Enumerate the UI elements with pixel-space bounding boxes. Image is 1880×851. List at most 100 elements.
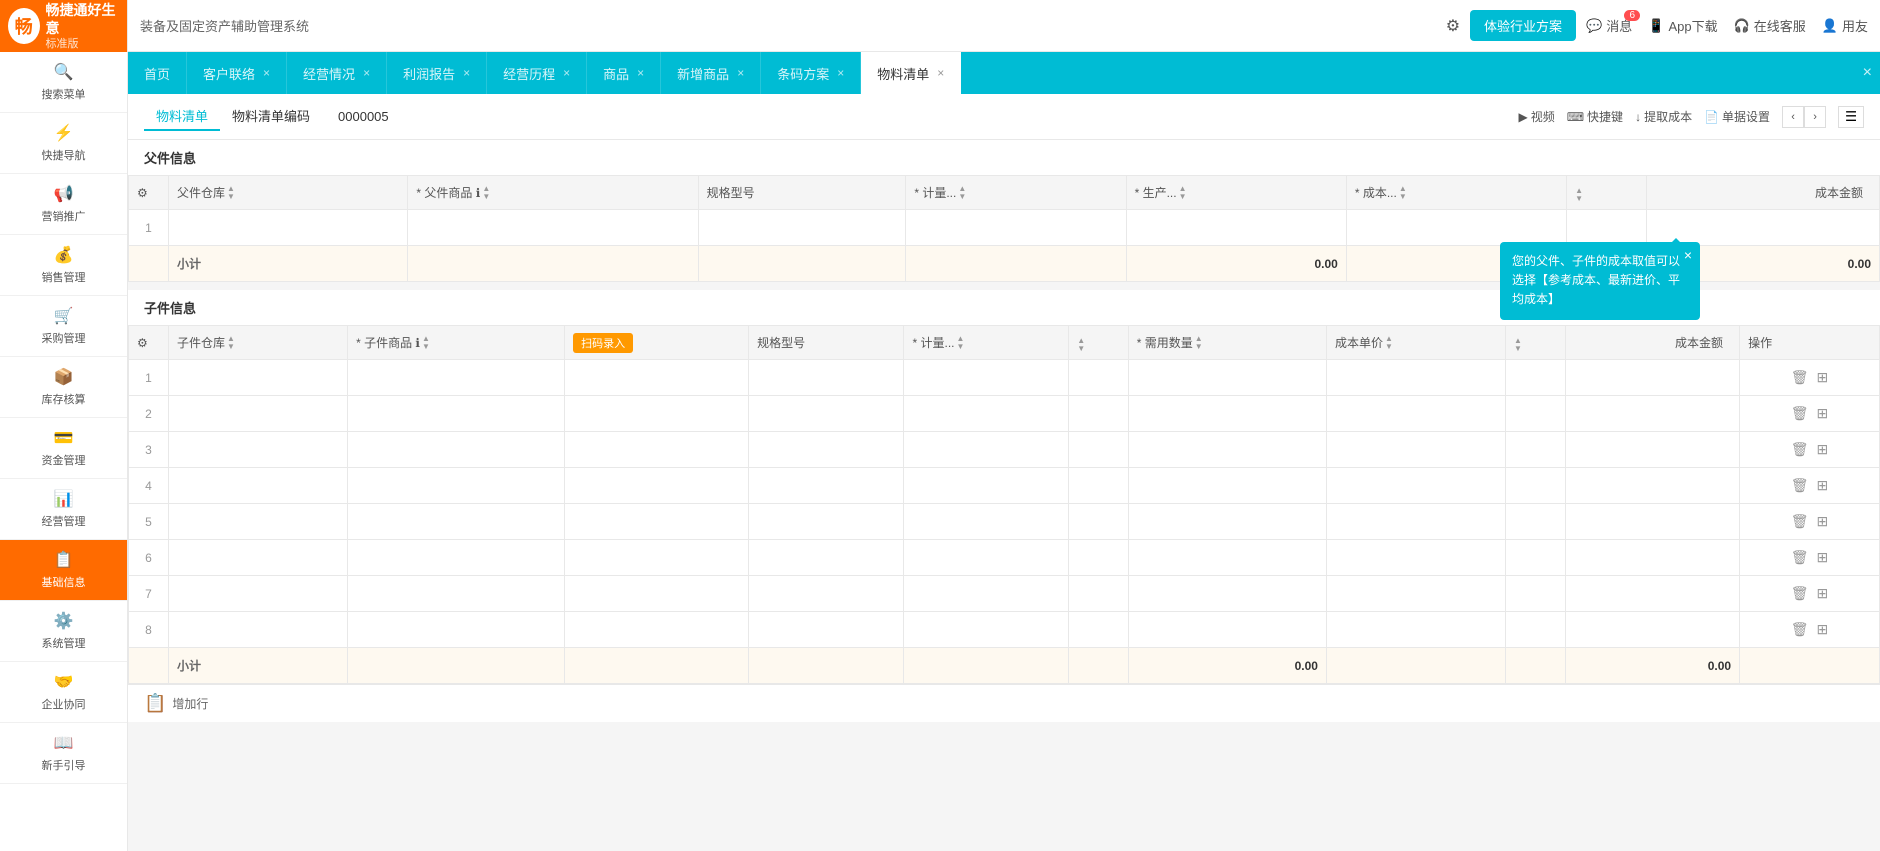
child-cell-scan[interactable] [565,468,749,504]
child-cell-warehouse[interactable] [169,360,348,396]
child-cell-unit-cost[interactable] [1326,576,1505,612]
copy-row-button[interactable]: ⊞ [1815,583,1831,604]
child-cell-sort2[interactable] [1506,432,1566,468]
sidebar-item-purchase[interactable]: 🛒采购管理 [0,296,127,357]
child-cell-unit[interactable] [904,468,1069,504]
sidebar-item-finance[interactable]: 💳资金管理 [0,418,127,479]
delete-row-button[interactable]: 🗑 [1789,475,1811,496]
scan-input-button[interactable]: 扫码录入 [573,333,633,353]
child-cell-goods[interactable] [348,432,565,468]
child-cell-spec[interactable] [749,360,904,396]
child-cell-sort[interactable] [1069,360,1129,396]
copy-row-button[interactable]: ⊞ [1815,547,1831,568]
child-cell-unit-cost[interactable] [1326,432,1505,468]
copy-row-button[interactable]: ⊞ [1815,619,1831,640]
sidebar-item-sales[interactable]: 💰销售管理 [0,235,127,296]
copy-row-button[interactable]: ⊞ [1815,439,1831,460]
child-cell-warehouse[interactable] [169,612,348,648]
child-cell-sort[interactable] [1069,540,1129,576]
child-cell-qty[interactable] [1128,396,1326,432]
child-cell-sort[interactable] [1069,432,1129,468]
sidebar-item-quick_nav[interactable]: ⚡快捷导航 [0,113,127,174]
child-cell-sort[interactable] [1069,468,1129,504]
child-cell-qty[interactable] [1128,612,1326,648]
copy-row-button[interactable]: ⊞ [1815,475,1831,496]
child-cell-sort2[interactable] [1506,360,1566,396]
online-service-button[interactable]: 🎧 在线客服 [1734,16,1806,35]
child-cell-unit-cost[interactable] [1326,360,1505,396]
child-cell-warehouse[interactable] [169,540,348,576]
delete-row-button[interactable]: 🗑 [1789,547,1811,568]
child-cell-unit[interactable] [904,576,1069,612]
tab-close-barcode[interactable]: × [837,66,844,80]
nav-tab-new_goods[interactable]: 新增商品× [661,52,761,94]
child-col-settings[interactable]: ⚙ [129,326,169,360]
child-cell-sort[interactable] [1069,576,1129,612]
child-cell-sort2[interactable] [1506,468,1566,504]
child-cell-sort2[interactable] [1506,504,1566,540]
tab-close-bom[interactable]: × [937,66,944,80]
nav-tab-goods[interactable]: 商品× [587,52,661,94]
child-cell-goods[interactable] [348,504,565,540]
nav-tab-customer[interactable]: 客户联络× [187,52,287,94]
child-cell-scan[interactable] [565,576,749,612]
sidebar-item-search[interactable]: 🔍搜索菜单 [0,52,127,113]
cell-spec[interactable] [698,210,906,246]
trial-button[interactable]: 体验行业方案 [1470,10,1576,41]
nav-tab-home[interactable]: 首页 [128,52,187,94]
child-cell-sort[interactable] [1069,504,1129,540]
child-cell-spec[interactable] [749,540,904,576]
child-cell-goods[interactable] [348,540,565,576]
tooltip-close-button[interactable]: × [1684,248,1692,262]
delete-row-button[interactable]: 🗑 [1789,511,1811,532]
copy-row-button[interactable]: ⊞ [1815,367,1831,388]
child-cell-qty[interactable] [1128,360,1326,396]
tab-close-operations[interactable]: × [363,66,370,80]
child-cell-scan[interactable] [565,540,749,576]
parent-col-settings[interactable]: ⚙ [129,176,169,210]
child-cell-unit[interactable] [904,396,1069,432]
cell-goods[interactable] [408,210,698,246]
child-cell-sort[interactable] [1069,396,1129,432]
child-cell-unit[interactable] [904,504,1069,540]
child-cell-scan[interactable] [565,504,749,540]
sidebar-item-system[interactable]: ⚙️系统管理 [0,601,127,662]
child-cell-qty[interactable] [1128,540,1326,576]
child-cell-warehouse[interactable] [169,396,348,432]
child-cell-scan[interactable] [565,396,749,432]
child-cell-warehouse[interactable] [169,504,348,540]
child-cell-sort2[interactable] [1506,540,1566,576]
next-page-button[interactable]: › [1804,106,1826,128]
child-cell-unit[interactable] [904,432,1069,468]
tab-close-right[interactable]: × [1855,64,1880,82]
child-cell-qty[interactable] [1128,504,1326,540]
tab-bom-code[interactable]: 物料清单编码 [220,102,322,131]
child-cell-unit[interactable] [904,612,1069,648]
cell-cost[interactable] [1346,210,1566,246]
add-row-button[interactable]: 📋 增加行 [144,693,208,714]
delete-row-button[interactable]: 🗑 [1789,403,1811,424]
nav-tab-barcode[interactable]: 条码方案× [761,52,861,94]
child-cell-scan[interactable] [565,432,749,468]
child-cell-goods[interactable] [348,360,565,396]
tab-close-profit[interactable]: × [463,66,470,80]
user-menu[interactable]: 👤 用友 [1822,16,1868,35]
child-cell-warehouse[interactable] [169,432,348,468]
tab-close-goods[interactable]: × [637,66,644,80]
child-cell-spec[interactable] [749,576,904,612]
delete-row-button[interactable]: 🗑 [1789,439,1811,460]
child-cell-qty[interactable] [1128,468,1326,504]
copy-row-button[interactable]: ⊞ [1815,403,1831,424]
cell-unit[interactable] [906,210,1126,246]
sidebar-item-marketing[interactable]: 📢营销推广 [0,174,127,235]
child-cell-unit[interactable] [904,540,1069,576]
child-cell-sort2[interactable] [1506,576,1566,612]
child-cell-scan[interactable] [565,612,749,648]
nav-tab-history[interactable]: 经营历程× [487,52,587,94]
delete-row-button[interactable]: 🗑 [1789,583,1811,604]
child-col-scan[interactable]: 扫码录入 [565,326,749,360]
child-cell-spec[interactable] [749,432,904,468]
child-cell-warehouse[interactable] [169,576,348,612]
child-cell-qty[interactable] [1128,432,1326,468]
extract-cost-button[interactable]: ↓ 提取成本 [1635,108,1692,125]
